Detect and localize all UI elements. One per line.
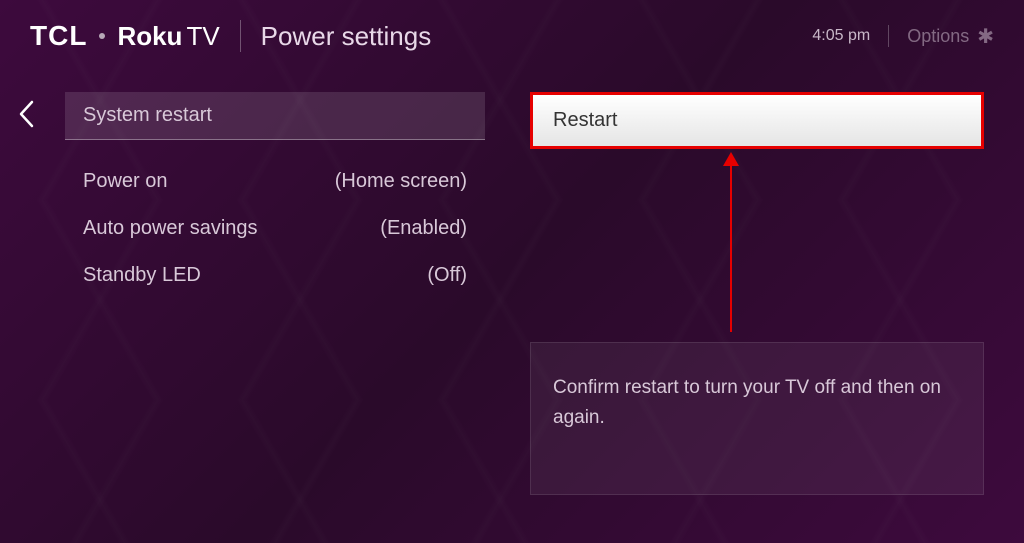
header-right: 4:05 pm Options ✱ [812, 24, 994, 49]
menu-item-label: System restart [83, 104, 212, 127]
menu-item-auto-power-savings[interactable]: Auto power savings (Enabled) [65, 205, 485, 252]
menu-item-system-restart[interactable]: System restart [65, 92, 485, 140]
brand-tv: TV [186, 21, 219, 51]
header-right-divider [888, 25, 889, 47]
menu-gap [65, 140, 485, 158]
brand-tcl: TCL [30, 20, 87, 52]
help-panel: Confirm restart to turn your TV off and … [530, 342, 984, 495]
menu-item-standby-led[interactable]: Standby LED (Off) [65, 252, 485, 299]
options-label: Options [907, 26, 969, 47]
menu-item-label: Auto power savings [83, 217, 258, 240]
header-divider [240, 20, 241, 52]
annotation-arrow [730, 152, 732, 332]
content-area: System restart Power on (Home screen) Au… [0, 62, 1024, 299]
brand-separator-dot [99, 33, 105, 39]
options-button[interactable]: Options ✱ [907, 24, 994, 49]
settings-menu: System restart Power on (Home screen) Au… [65, 92, 485, 299]
chevron-left-icon [18, 100, 34, 128]
menu-item-value: (Off) [427, 264, 467, 287]
menu-item-value: (Home screen) [335, 170, 467, 193]
menu-item-power-on[interactable]: Power on (Home screen) [65, 158, 485, 205]
menu-item-value: (Enabled) [380, 217, 467, 240]
asterisk-icon: ✱ [977, 24, 994, 49]
page-title: Power settings [261, 21, 432, 52]
help-text: Confirm restart to turn your TV off and … [553, 377, 941, 428]
menu-item-label: Standby LED [83, 264, 201, 287]
brand-roku: Roku [117, 21, 182, 51]
clock-time: 4:05 pm [812, 27, 870, 45]
restart-button-label: Restart [553, 109, 617, 131]
header: TCL RokuTV Power settings 4:05 pm Option… [0, 0, 1024, 62]
detail-panel: Restart Confirm restart to turn your TV … [530, 92, 984, 299]
brand-logo: TCL RokuTV [30, 20, 220, 52]
arrow-line [730, 164, 732, 332]
back-icon[interactable] [18, 100, 34, 135]
restart-button[interactable]: Restart [530, 92, 984, 149]
menu-item-label: Power on [83, 170, 168, 193]
